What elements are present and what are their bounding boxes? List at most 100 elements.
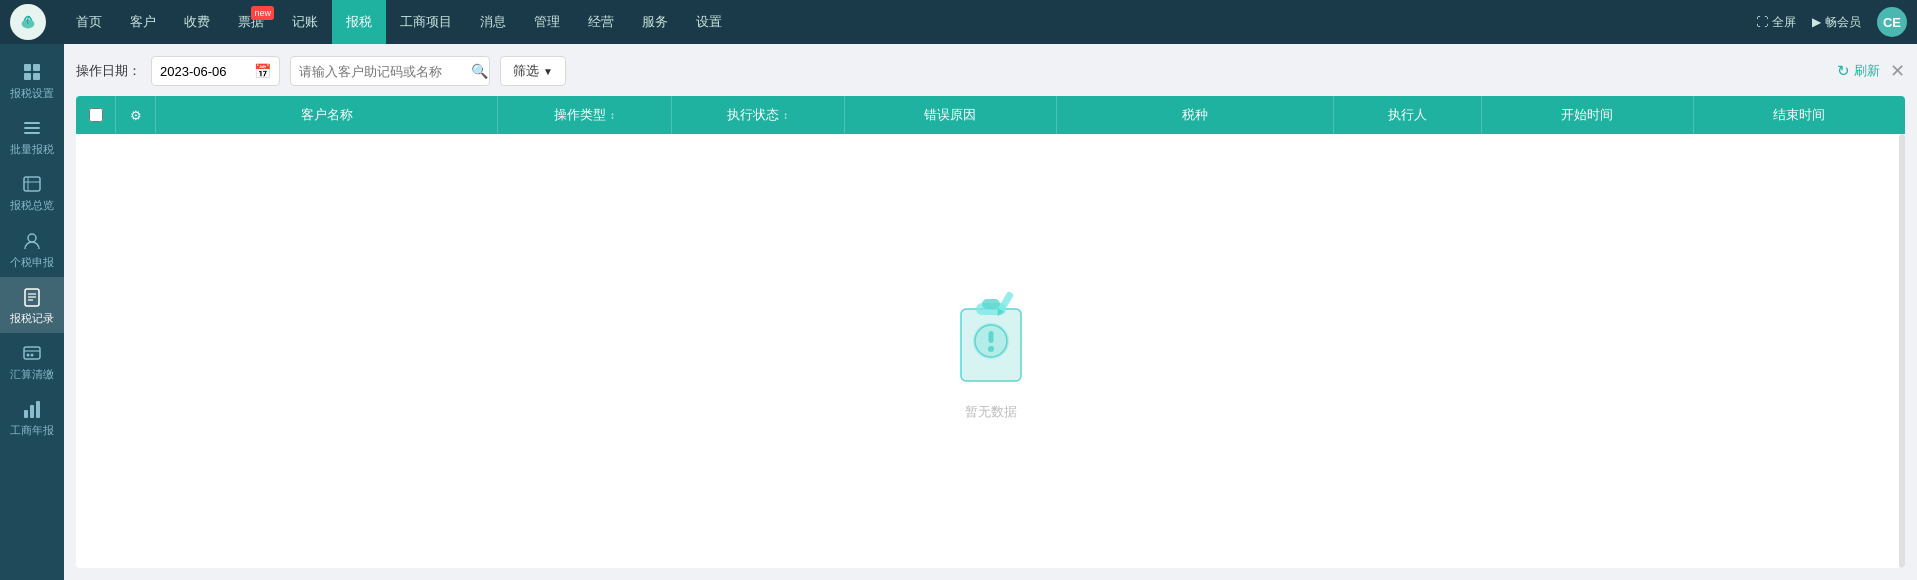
- table-header: ⚙ 客户名称 操作类型 ↕ 执行状态 ↕ 错误原因 税种: [76, 96, 1905, 134]
- app-logo: [10, 4, 46, 40]
- svg-rect-2: [33, 64, 40, 71]
- nav-item-fee[interactable]: 收费: [170, 0, 224, 44]
- nav-item-settings[interactable]: 设置: [682, 0, 736, 44]
- toolbar: 操作日期： 📅 🔍 筛选 ▼ ↻ 刷新 ✕: [76, 56, 1905, 86]
- fullscreen-icon: ⛶: [1756, 15, 1768, 29]
- search-icon: 🔍: [471, 63, 488, 79]
- svg-rect-5: [24, 122, 40, 124]
- new-badge: new: [251, 6, 274, 20]
- sidebar-item-tax-overview[interactable]: 报税总览: [0, 164, 64, 220]
- th-tax-type: 税种: [1057, 96, 1334, 134]
- nav-item-tax[interactable]: 报税: [332, 0, 386, 44]
- th-exec-status[interactable]: 执行状态 ↕: [672, 96, 845, 134]
- sidebar-label-tax-settings: 报税设置: [10, 87, 54, 100]
- svg-point-18: [27, 353, 30, 356]
- svg-rect-29: [988, 331, 993, 343]
- th-start-time: 开始时间: [1482, 96, 1694, 134]
- sidebar-label-settlement: 汇算清缴: [10, 368, 54, 381]
- nav-item-home[interactable]: 首页: [62, 0, 116, 44]
- search-input[interactable]: [299, 64, 467, 79]
- th-end-time: 结束时间: [1694, 96, 1905, 134]
- filter-label: 筛选: [513, 62, 539, 80]
- select-all-checkbox[interactable]: [89, 108, 103, 122]
- svg-point-19: [31, 353, 34, 356]
- refresh-button[interactable]: ↻ 刷新: [1837, 62, 1880, 80]
- sidebar-item-batch-tax[interactable]: 批量报税: [0, 108, 64, 164]
- th-executor: 执行人: [1334, 96, 1481, 134]
- svg-rect-1: [24, 64, 31, 71]
- optype-sort-icon: ↕: [610, 110, 615, 121]
- personal-tax-icon: [20, 229, 44, 253]
- tax-record-icon: [20, 285, 44, 309]
- refresh-icon: ↻: [1837, 62, 1850, 80]
- annual-report-icon: [20, 397, 44, 421]
- nav-item-bookkeeping[interactable]: 记账: [278, 0, 332, 44]
- nav-items-list: 首页 客户 收费 票据 new 记账 报税 工商项目 消息 管理 经营 服务 设…: [62, 0, 1756, 44]
- user-avatar[interactable]: CE: [1877, 7, 1907, 37]
- top-navigation: 首页 客户 收费 票据 new 记账 报税 工商项目 消息 管理 经营 服务 设…: [0, 0, 1917, 44]
- empty-illustration: [936, 281, 1046, 391]
- batch-tax-icon: [20, 116, 44, 140]
- th-customer-name: 客户名称: [156, 96, 498, 134]
- empty-state: 暂无数据: [936, 281, 1046, 421]
- sidebar-item-annual-report[interactable]: 工商年报: [0, 389, 64, 445]
- th-checkbox[interactable]: [76, 96, 116, 134]
- svg-rect-22: [36, 401, 40, 418]
- nav-item-message[interactable]: 消息: [466, 0, 520, 44]
- empty-text: 暂无数据: [965, 403, 1017, 421]
- svg-rect-26: [982, 299, 1000, 309]
- data-table: ⚙ 客户名称 操作类型 ↕ 执行状态 ↕ 错误原因 税种: [76, 96, 1905, 568]
- date-label: 操作日期：: [76, 62, 141, 80]
- sidebar-label-annual-report: 工商年报: [10, 424, 54, 437]
- sidebar-item-tax-settings[interactable]: 报税设置: [0, 52, 64, 108]
- settlement-icon: [20, 341, 44, 365]
- main-layout: 报税设置 批量报税 报税总览: [0, 44, 1917, 580]
- sidebar-item-settlement[interactable]: 汇算清缴: [0, 333, 64, 389]
- sidebar-label-batch-tax: 批量报税: [10, 143, 54, 156]
- nav-right-area: ⛶ 全屏 ▶ 畅会员 CE: [1756, 7, 1907, 37]
- sidebar-item-personal-tax[interactable]: 个税申报: [0, 221, 64, 277]
- sidebar-label-personal-tax: 个税申报: [10, 256, 54, 269]
- th-op-type[interactable]: 操作类型 ↕: [498, 96, 671, 134]
- chevron-down-icon: ▼: [543, 66, 553, 77]
- date-input-wrapper[interactable]: 📅: [151, 56, 280, 86]
- close-button[interactable]: ✕: [1890, 62, 1905, 80]
- svg-point-11: [28, 234, 36, 242]
- left-sidebar: 报税设置 批量报税 报税总览: [0, 44, 64, 580]
- svg-rect-6: [24, 127, 40, 129]
- th-gear[interactable]: ⚙: [116, 96, 156, 134]
- fullscreen-button[interactable]: ⛶ 全屏: [1756, 14, 1796, 31]
- main-content: 操作日期： 📅 🔍 筛选 ▼ ↻ 刷新 ✕: [64, 44, 1917, 580]
- filter-button[interactable]: 筛选 ▼: [500, 56, 566, 86]
- svg-rect-8: [24, 177, 40, 191]
- date-input[interactable]: [160, 64, 250, 79]
- sidebar-label-tax-overview: 报税总览: [10, 199, 54, 212]
- sidebar-item-tax-record[interactable]: 报税记录: [0, 277, 64, 333]
- svg-rect-7: [24, 132, 40, 134]
- svg-rect-16: [24, 347, 40, 359]
- execstatus-sort-icon: ↕: [783, 110, 788, 121]
- svg-rect-21: [30, 405, 34, 418]
- sidebar-label-tax-record: 报税记录: [10, 312, 54, 325]
- calendar-icon: 📅: [254, 63, 271, 79]
- tax-settings-icon: [20, 60, 44, 84]
- nav-item-invoice[interactable]: 票据 new: [224, 0, 278, 44]
- nav-item-service[interactable]: 服务: [628, 0, 682, 44]
- table-scrollbar[interactable]: [1899, 134, 1905, 568]
- search-wrapper[interactable]: 🔍: [290, 56, 490, 86]
- svg-rect-20: [24, 410, 28, 418]
- svg-rect-3: [24, 73, 31, 80]
- gear-icon: ⚙: [130, 108, 142, 123]
- member-button[interactable]: ▶ 畅会员: [1812, 14, 1861, 31]
- nav-item-client[interactable]: 客户: [116, 0, 170, 44]
- nav-item-operation[interactable]: 经营: [574, 0, 628, 44]
- th-error-reason: 错误原因: [845, 96, 1057, 134]
- svg-point-30: [988, 346, 994, 352]
- play-icon: ▶: [1812, 15, 1821, 29]
- svg-rect-4: [33, 73, 40, 80]
- nav-item-bizproject[interactable]: 工商项目: [386, 0, 466, 44]
- toolbar-right: ↻ 刷新 ✕: [1837, 62, 1905, 80]
- nav-item-manage[interactable]: 管理: [520, 0, 574, 44]
- tax-overview-icon: [20, 172, 44, 196]
- table-body: 暂无数据: [76, 134, 1905, 568]
